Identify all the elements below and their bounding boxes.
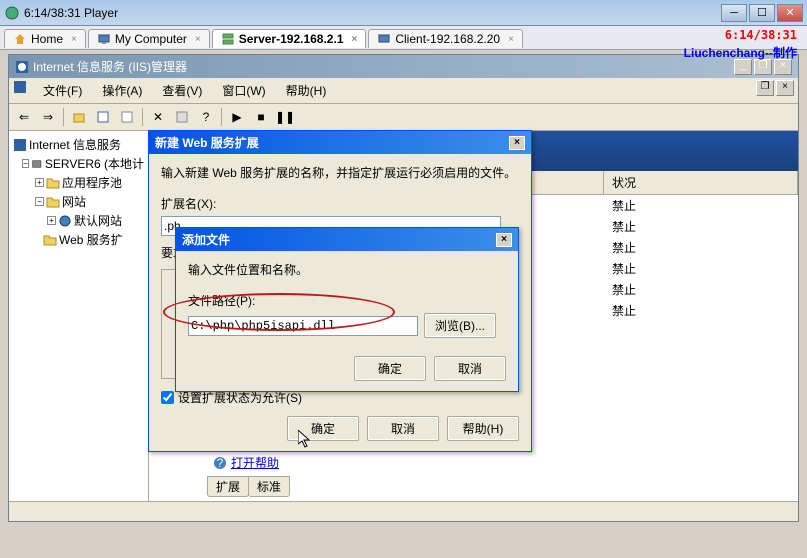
sub-tabs: 扩展 标准 [199,474,297,499]
iis-toolbar: ⇐ ⇒ ✕ ? ▶ ■ ❚❚ [9,104,798,131]
subtab-extensions[interactable]: 扩展 [207,476,249,497]
tab-close-icon[interactable]: × [508,34,514,45]
delete-button[interactable]: ✕ [147,106,169,128]
window-controls: ─ ☐ ✕ [721,4,803,22]
tab-label: Server-192.168.2.1 [239,32,344,46]
menu-file[interactable]: 文件(F) [39,80,86,101]
column-header-status[interactable]: 状况 [604,171,798,194]
back-button[interactable]: ⇐ [13,106,35,128]
tab-client[interactable]: Client-192.168.2.20 × [368,29,523,48]
tab-label: Home [31,32,63,46]
ok-button[interactable]: 确定 [287,416,359,441]
cancel-button[interactable]: 取消 [434,356,506,381]
maximize-button[interactable]: ☐ [749,4,775,22]
up-button[interactable] [68,106,90,128]
iis-menubar: 文件(F) 操作(A) 查看(V) 窗口(W) 帮助(H) ❐ × [9,78,798,104]
dialog-titlebar: 新建 Web 服务扩展 × [149,131,531,154]
player-titlebar: 6:14/38:31 Player ─ ☐ ✕ [0,0,807,26]
player-title: 6:14/38:31 Player [24,6,721,20]
tree-webext[interactable]: Web 服务扩 [13,230,144,249]
dialog-instruction: 输入文件位置和名称。 [188,261,506,278]
help-icon: ? [213,456,227,470]
properties-button[interactable] [92,106,114,128]
server-node-icon [31,157,43,171]
export-button[interactable] [116,106,138,128]
menu-action[interactable]: 操作(A) [98,80,146,101]
menu-window[interactable]: 窗口(W) [218,80,269,101]
tab-close-icon[interactable]: × [71,34,77,45]
browse-button[interactable]: 浏览(B)... [424,313,496,338]
ok-button[interactable]: 确定 [354,356,426,381]
forward-button[interactable]: ⇒ [37,106,59,128]
iis-titlebar: Internet 信息服务 (IIS)管理器 _ ❐ × [9,55,798,78]
tab-mycomputer[interactable]: My Computer × [88,29,210,48]
author-overlay: Liuchenchang--制作 [684,44,797,61]
refresh-button[interactable] [171,106,193,128]
iis-icon [15,60,29,74]
close-button[interactable]: ✕ [777,4,803,22]
svg-text:?: ? [217,456,224,470]
computer-icon [97,32,111,46]
tree-apppool[interactable]: + 应用程序池 [13,173,144,192]
iis-root-icon [13,138,27,152]
folder-icon [43,233,57,247]
server-icon [221,32,235,46]
client-icon [377,32,391,46]
tree-defaultsite[interactable]: + 默认网站 [13,211,144,230]
globe-icon [58,214,72,228]
pause-button[interactable]: ❚❚ [274,106,296,128]
menu-close-button[interactable]: × [776,80,794,96]
open-help-link[interactable]: ? 打开帮助 [209,450,283,475]
help-button[interactable]: 帮助(H) [447,416,519,441]
tree-server[interactable]: − SERVER6 (本地计 [13,154,144,173]
cancel-button[interactable]: 取消 [367,416,439,441]
menu-restore-button[interactable]: ❐ [756,80,774,96]
iis-statusbar [9,501,798,521]
tree-sites[interactable]: − 网站 [13,192,144,211]
timestamp-overlay: 6:14/38:31 [725,28,797,42]
tab-home[interactable]: Home × [4,29,86,48]
extension-name-label: 扩展名(X): [161,195,519,212]
allow-checkbox[interactable] [161,391,174,404]
tree-panel: Internet 信息服务 − SERVER6 (本地计 + 应用程序池 − 网… [9,131,149,501]
expand-icon[interactable]: + [47,216,56,225]
subtab-standard[interactable]: 标准 [248,476,290,497]
start-button[interactable]: ■ [250,106,272,128]
tab-close-icon[interactable]: × [352,34,358,45]
tree-root[interactable]: Internet 信息服务 [13,135,144,154]
collapse-icon[interactable]: − [22,159,30,168]
expand-icon[interactable]: + [35,178,44,187]
tab-close-icon[interactable]: × [195,34,201,45]
tab-label: Client-192.168.2.20 [395,32,500,46]
dialog-title: 添加文件 [182,231,230,248]
tab-server[interactable]: Server-192.168.2.1 × [212,29,367,48]
player-icon [4,5,20,21]
tab-label: My Computer [115,32,187,46]
add-file-dialog: 添加文件 × 输入文件位置和名称。 文件路径(P): 浏览(B)... 确定 取… [175,227,519,392]
dialog-titlebar: 添加文件 × [176,228,518,251]
home-icon [13,32,27,46]
menu-help[interactable]: 帮助(H) [282,80,331,101]
app-icon [13,80,27,94]
menu-view[interactable]: 查看(V) [158,80,206,101]
dialog-instruction: 输入新建 Web 服务扩展的名称，并指定扩展运行必须启用的文件。 [161,164,519,181]
dialog-close-button[interactable]: × [496,233,512,247]
file-path-input[interactable] [188,316,418,336]
iis-title-text: Internet 信息服务 (IIS)管理器 [33,58,187,75]
dialog-close-button[interactable]: × [509,136,525,150]
folder-icon [46,176,60,190]
folder-icon [46,195,60,209]
collapse-icon[interactable]: − [35,197,44,206]
stop-button[interactable]: ▶ [226,106,248,128]
dialog-title: 新建 Web 服务扩展 [155,134,259,151]
help-button[interactable]: ? [195,106,217,128]
minimize-button[interactable]: ─ [721,4,747,22]
file-path-label: 文件路径(P): [188,292,506,309]
